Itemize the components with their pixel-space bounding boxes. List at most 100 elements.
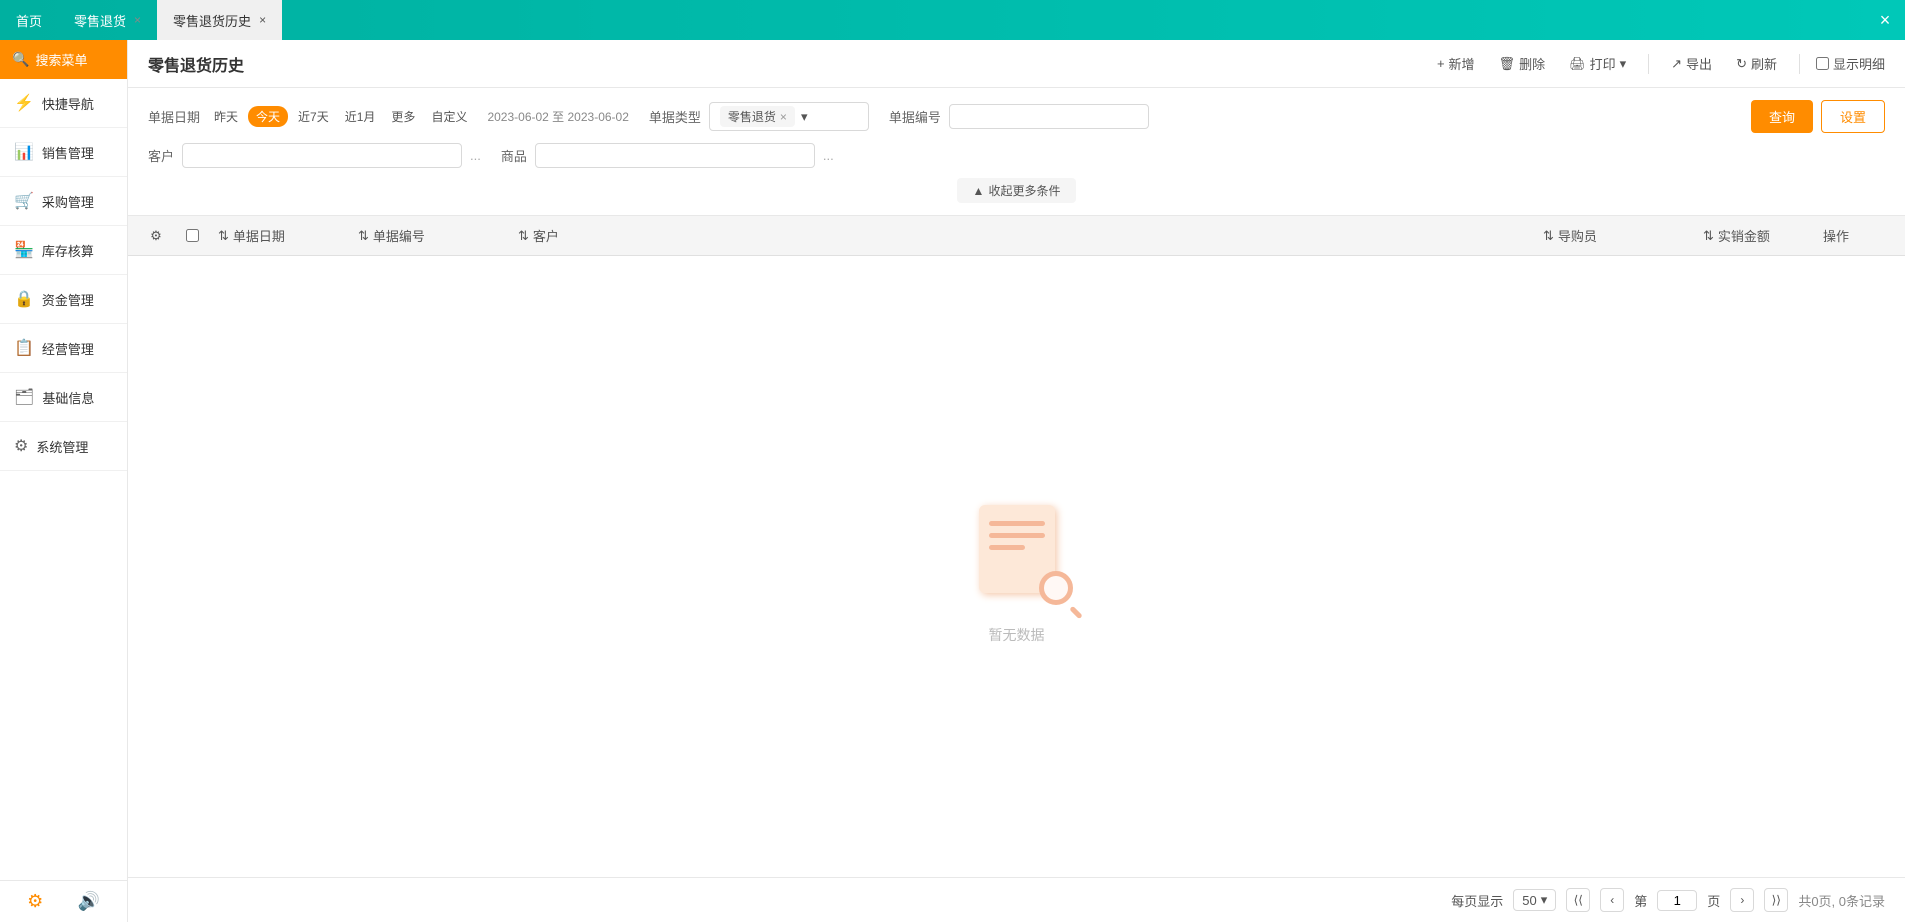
search-menu[interactable]: 🔍 搜索菜单	[0, 40, 127, 79]
search-icon: 🔍	[12, 51, 29, 68]
date-opt-1month[interactable]: 近1月	[339, 106, 382, 127]
per-page-select[interactable]: 50 ▾	[1513, 889, 1556, 911]
sidebar-item-sales-mgmt[interactable]: 📊 销售管理	[0, 128, 127, 177]
tab-retail-return-label: 零售退货	[74, 11, 126, 30]
th-guide[interactable]: ⇅ 导购员	[1535, 226, 1695, 245]
next-page-btn[interactable]: ›	[1730, 888, 1754, 912]
settings-button[interactable]: 设置	[1821, 100, 1885, 133]
system-icon: ⚙	[14, 436, 28, 456]
export-button[interactable]: ↗ 导出	[1665, 50, 1718, 77]
per-page-value: 50	[1522, 893, 1536, 908]
bill-type-close[interactable]: ×	[780, 110, 787, 124]
sidebar-item-basic-info[interactable]: 🗂 基础信息	[0, 373, 127, 422]
delete-label: 删除	[1519, 54, 1545, 73]
empty-illustration	[957, 489, 1077, 609]
add-button[interactable]: + 新增	[1431, 50, 1481, 77]
goods-input[interactable]	[535, 143, 815, 168]
sidebar-item-inventory[interactable]: 🏪 库存核算	[0, 226, 127, 275]
collapse-button[interactable]: ▲ 收起更多条件	[957, 178, 1077, 203]
select-all-checkbox[interactable]	[186, 229, 199, 242]
collapse-up-icon: ▲	[973, 184, 985, 198]
date-opt-today[interactable]: 今天	[248, 106, 288, 127]
table-area: ⚙ ⇅ 单据日期 ⇅ 单据编号 ⇅ 客户 ⇅ 导购员	[128, 216, 1905, 877]
filter-bill-no: 单据编号	[889, 104, 1149, 129]
print-dropdown-icon: ▾	[1620, 56, 1627, 72]
refresh-label: 刷新	[1751, 54, 1777, 73]
export-icon: ↗	[1671, 56, 1682, 72]
first-page-btn[interactable]: ⟨⟨	[1566, 888, 1590, 912]
filter-goods: 商品 ...	[501, 143, 834, 168]
table-header: ⚙ ⇅ 单据日期 ⇅ 单据编号 ⇅ 客户 ⇅ 导购员	[128, 216, 1905, 256]
sidebar-item-finance[interactable]: 🔒 资金管理	[0, 275, 127, 324]
footer-pagination: 每页显示 50 ▾ ⟨⟨ ‹ 第 页 › ⟩⟩ 共0页, 0条记录	[128, 877, 1905, 922]
print-icon: 🖨	[1569, 56, 1586, 72]
th-customer-label: 客户	[533, 226, 559, 245]
print-button[interactable]: 🖨 打印 ▾	[1563, 50, 1632, 77]
tab-home-label: 首页	[16, 11, 42, 30]
sidebar-item-inventory-label: 库存核算	[42, 241, 94, 260]
show-detail-text: 显示明细	[1833, 54, 1885, 73]
total-info: 共0页, 0条记录	[1798, 891, 1885, 910]
doc-line3	[989, 545, 1025, 550]
sort-icon-guide: ⇅	[1543, 228, 1554, 244]
doc-shape	[979, 505, 1055, 593]
top-nav: 首页 零售退货 × 零售退货历史 × ×	[0, 0, 1905, 40]
tab-retail-return-history[interactable]: 零售退货历史 ×	[157, 0, 282, 40]
date-opt-7days[interactable]: 近7天	[292, 106, 335, 127]
sidebar-item-purchase-mgmt[interactable]: 🛒 采购管理	[0, 177, 127, 226]
add-icon: +	[1437, 56, 1445, 71]
date-opt-yesterday[interactable]: 昨天	[208, 106, 244, 127]
tab-retail-return-history-label: 零售退货历史	[173, 11, 251, 30]
empty-state: 暂无数据	[128, 256, 1905, 877]
filter-bill-type: 单据类型 零售退货 × ▾	[649, 102, 869, 131]
th-date[interactable]: ⇅ 单据日期	[210, 226, 350, 245]
page-unit: 页	[1707, 891, 1720, 910]
sidebar-item-system[interactable]: ⚙ 系统管理	[0, 422, 127, 471]
last-page-btn[interactable]: ⟩⟩	[1764, 888, 1788, 912]
bill-type-dropdown-icon: ▾	[801, 109, 808, 125]
window-close-button[interactable]: ×	[1865, 0, 1905, 40]
date-opt-more[interactable]: 更多	[385, 106, 421, 127]
th-action: 操作	[1815, 226, 1895, 245]
tab-retail-return-history-close[interactable]: ×	[259, 13, 266, 27]
date-opt-custom[interactable]: 自定义	[425, 106, 473, 127]
th-customer[interactable]: ⇅ 客户	[510, 226, 1535, 245]
delete-icon: 🗑	[1499, 56, 1516, 72]
main-layout: 🔍 搜索菜单 ⚡ 快捷导航 📊 销售管理 🛒 采购管理 🏪 库存核算 🔒 资金管…	[0, 40, 1905, 922]
tab-retail-return-close[interactable]: ×	[134, 13, 141, 27]
refresh-button[interactable]: ↻ 刷新	[1730, 50, 1783, 77]
bill-no-input[interactable]	[949, 104, 1149, 129]
th-action-label: 操作	[1823, 226, 1849, 245]
tab-retail-return[interactable]: 零售退货 ×	[58, 0, 157, 40]
sidebar-item-operations[interactable]: 📋 经营管理	[0, 324, 127, 373]
customer-input[interactable]	[182, 143, 462, 168]
delete-button[interactable]: 🗑 删除	[1493, 50, 1552, 77]
th-bill-no[interactable]: ⇅ 单据编号	[350, 226, 510, 245]
show-detail-checkbox[interactable]	[1816, 57, 1829, 70]
bill-type-select[interactable]: 零售退货 × ▾	[709, 102, 869, 131]
collapse-row: ▲ 收起更多条件	[148, 178, 1885, 203]
table-settings[interactable]: ⚙	[138, 228, 174, 244]
inventory-icon: 🏪	[14, 240, 34, 260]
sidebar-item-quick-nav[interactable]: ⚡ 快捷导航	[0, 79, 127, 128]
bill-type-value: 零售退货	[728, 108, 776, 125]
settings-bottom-icon[interactable]: ⚙	[27, 891, 43, 912]
divider2	[1799, 54, 1800, 74]
search-menu-label: 搜索菜单	[35, 50, 87, 69]
page-input[interactable]	[1657, 890, 1697, 911]
th-amount-label: 实销金额	[1718, 226, 1770, 245]
show-detail-label: 显示明细	[1816, 54, 1885, 73]
refresh-icon: ↻	[1736, 56, 1747, 72]
sidebar-item-system-label: 系统管理	[36, 437, 88, 456]
export-label: 导出	[1686, 54, 1712, 73]
th-amount[interactable]: ⇅ 实销金额	[1695, 226, 1815, 245]
volume-icon[interactable]: 🔊	[77, 891, 99, 912]
query-button[interactable]: 查询	[1751, 100, 1813, 133]
tab-home[interactable]: 首页	[0, 0, 58, 40]
sort-icon-date: ⇅	[218, 228, 229, 244]
prev-page-btn[interactable]: ‹	[1600, 888, 1624, 912]
table-select-all[interactable]	[174, 229, 210, 242]
th-date-label: 单据日期	[233, 226, 285, 245]
content-area: 零售退货历史 + 新增 🗑 删除 🖨 打印 ▾ ↗ 导出	[128, 40, 1905, 922]
th-bill-no-label: 单据编号	[373, 226, 425, 245]
